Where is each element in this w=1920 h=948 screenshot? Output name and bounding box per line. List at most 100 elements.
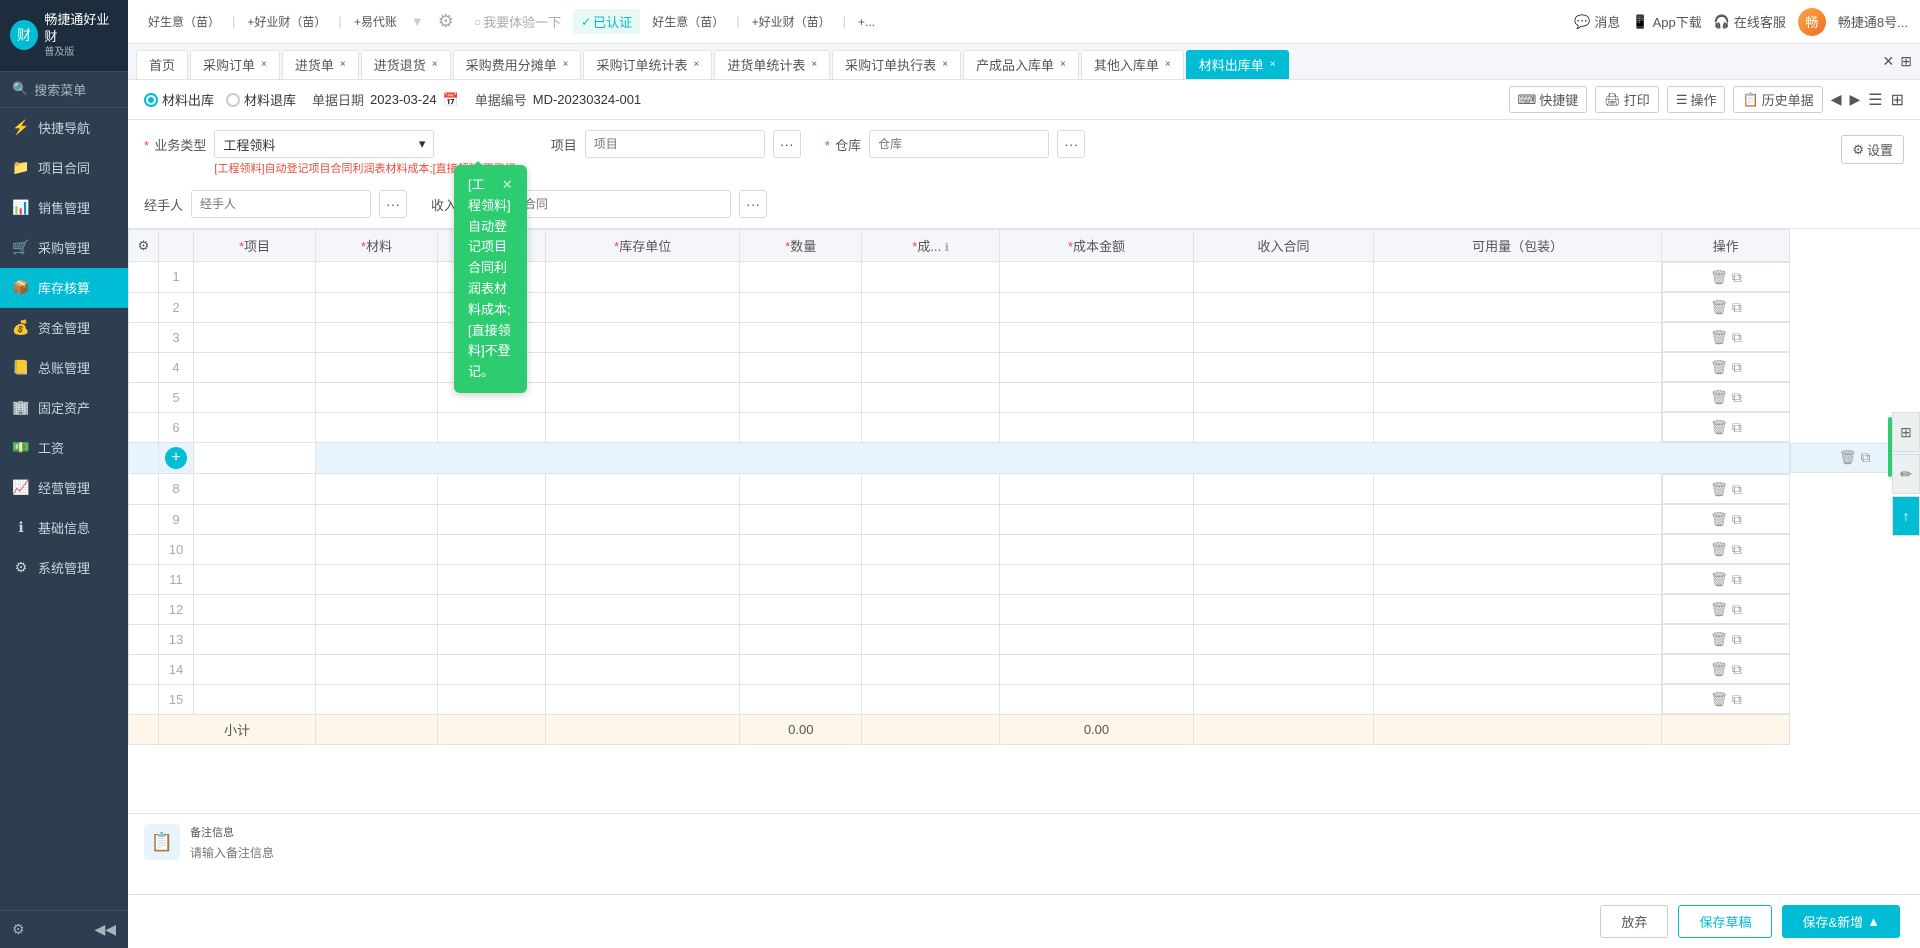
tab-goods-receipt[interactable]: 进货单 × <box>282 50 359 80</box>
tab-close-other-receipt[interactable]: × <box>1165 59 1171 70</box>
delete-row-9-btn[interactable]: 🗑 <box>1710 511 1728 528</box>
save-new-btn[interactable]: 保存&新增 ▲ <box>1782 905 1900 938</box>
delete-row-5-btn[interactable]: 🗑 <box>1710 389 1728 406</box>
tab-close-purchase-exec[interactable]: × <box>942 59 948 70</box>
print-btn[interactable]: 🖨 打印 <box>1595 86 1659 113</box>
project-input[interactable] <box>585 130 765 158</box>
nav-good-business[interactable]: 好生意（苗） <box>140 9 228 34</box>
tab-close-purchase-stat[interactable]: × <box>693 59 699 70</box>
grid-view-icon[interactable]: ⊞ <box>1891 90 1904 110</box>
delete-row-14-btn[interactable]: 🗑 <box>1710 661 1728 678</box>
close-all-icon[interactable]: ✕ <box>1883 53 1895 70</box>
copy-row-10-btn[interactable]: ⧉ <box>1732 541 1742 558</box>
copy-row-13-btn[interactable]: ⧉ <box>1732 631 1742 648</box>
copy-row-15-btn[interactable]: ⧉ <box>1732 691 1742 708</box>
nav-next-btn[interactable]: ▶ <box>1849 91 1860 108</box>
right-icon-1[interactable]: ⊞ <box>1892 412 1920 452</box>
app-download-btn[interactable]: 📱 App下载 <box>1632 12 1701 31</box>
sidebar-item-sales[interactable]: 📊 销售管理 <box>0 188 128 228</box>
project-ellipsis-btn[interactable]: ··· <box>773 130 801 158</box>
right-icon-2[interactable]: ✏ <box>1892 454 1920 494</box>
tab-goods-stat[interactable]: 进货单统计表 × <box>714 50 830 80</box>
tab-close-goods-return[interactable]: × <box>432 59 438 70</box>
save-draft-btn[interactable]: 保存草稿 <box>1678 905 1772 938</box>
cell-item-2[interactable] <box>316 292 438 322</box>
delete-row-13-btn[interactable]: 🗑 <box>1710 631 1728 648</box>
remark-input[interactable] <box>190 844 1904 884</box>
business-type-select[interactable]: 工程领料 ▾ <box>214 130 434 158</box>
cell-qty-2[interactable] <box>740 292 862 322</box>
copy-row-4-btn[interactable]: ⧉ <box>1732 359 1742 376</box>
tab-material-issue[interactable]: 材料出库单 × <box>1186 50 1289 80</box>
cell-cost-2[interactable] <box>862 292 1000 322</box>
delete-row-12-btn[interactable]: 🗑 <box>1710 601 1728 618</box>
tab-close-material-issue[interactable]: × <box>1270 59 1276 70</box>
tab-purchase-stat[interactable]: 采购订单统计表 × <box>583 50 712 80</box>
cell-qty-1[interactable] <box>740 262 862 293</box>
experience-btn[interactable]: ○ 我要体验一下 <box>466 8 569 35</box>
delete-row-2-btn[interactable]: 🗑 <box>1710 299 1728 316</box>
shortcut-btn[interactable]: ⌨ 快捷键 <box>1509 86 1588 113</box>
copy-row-12-btn[interactable]: ⧉ <box>1732 601 1742 618</box>
delete-row-1-btn[interactable]: 🗑 <box>1710 269 1728 286</box>
nav-good-finance-2[interactable]: +好业财（苗） <box>744 9 839 34</box>
cell-unit-1[interactable] <box>546 262 740 293</box>
settings-bottom-icon[interactable]: ⚙ <box>12 921 25 938</box>
delete-row-10-btn[interactable]: 🗑 <box>1710 541 1728 558</box>
tab-close-purchase-order[interactable]: × <box>261 59 267 70</box>
user-avatar[interactable]: 畅 <box>1798 8 1826 36</box>
sidebar-item-fixed-assets[interactable]: 🏢 固定资产 <box>0 388 128 428</box>
copy-row-8-btn[interactable]: ⧉ <box>1732 481 1742 498</box>
cell-available-2[interactable] <box>1374 292 1662 322</box>
copy-row-1-btn[interactable]: ⧉ <box>1732 269 1742 286</box>
sidebar-item-system[interactable]: ⚙ 系统管理 <box>0 548 128 588</box>
tab-finished-goods[interactable]: 产成品入库单 × <box>963 50 1079 80</box>
agent-input[interactable] <box>191 190 371 218</box>
operations-btn[interactable]: ☰ 操作 <box>1667 86 1726 113</box>
tab-home[interactable]: 首页 <box>136 50 188 80</box>
add-row-btn[interactable]: + <box>165 447 187 469</box>
radio-material-return[interactable]: 材料退库 <box>226 90 296 109</box>
nav-more[interactable]: +... <box>850 11 883 33</box>
delete-row-4-btn[interactable]: 🗑 <box>1710 359 1728 376</box>
collapse-icon[interactable]: ◀◀ <box>94 921 116 938</box>
delete-row-8-btn[interactable]: 🗑 <box>1710 481 1728 498</box>
copy-row-9-btn[interactable]: ⧉ <box>1732 511 1742 528</box>
cell-unit-2[interactable] <box>546 292 740 322</box>
sidebar-item-quick-nav[interactable]: ⚡ 快捷导航 <box>0 108 128 148</box>
discard-btn[interactable]: 放弃 <box>1600 905 1668 938</box>
settings-form-btn[interactable]: ⚙ 设置 <box>1841 135 1904 164</box>
col-header-gear[interactable]: ⚙ <box>129 230 159 262</box>
tab-other-receipt[interactable]: 其他入库单 × <box>1081 50 1184 80</box>
delete-row-15-btn[interactable]: 🗑 <box>1710 691 1728 708</box>
cell-cost-amount-1[interactable] <box>999 262 1193 293</box>
sidebar-item-project[interactable]: 📁 项目合同 <box>0 148 128 188</box>
cell-cost-1[interactable] <box>862 262 1000 293</box>
warehouse-ellipsis-btn[interactable]: ··· <box>1057 130 1085 158</box>
warehouse-input[interactable] <box>869 130 1049 158</box>
delete-row-11-btn[interactable]: 🗑 <box>1710 571 1728 588</box>
right-icon-3[interactable]: ↑ <box>1892 496 1920 536</box>
cell-income-contract-2[interactable] <box>1194 292 1374 322</box>
cell-project-2[interactable] <box>194 292 316 322</box>
tab-goods-return[interactable]: 进货退货 × <box>361 50 451 80</box>
cell-income-contract-1[interactable] <box>1194 262 1374 293</box>
tab-close-finished-goods[interactable]: × <box>1060 59 1066 70</box>
copy-row-5-btn[interactable]: ⧉ <box>1732 389 1742 406</box>
cell-available-1[interactable] <box>1374 262 1662 293</box>
nav-good-finance[interactable]: +好业财（苗） <box>239 9 334 34</box>
radio-material-issue[interactable]: 材料出库 <box>144 90 214 109</box>
sidebar-item-ledger[interactable]: 📒 总账管理 <box>0 348 128 388</box>
sidebar-item-salary[interactable]: 💵 工资 <box>0 428 128 468</box>
tab-purchase-order[interactable]: 采购订单 × <box>190 50 280 80</box>
sidebar-item-operations[interactable]: 📈 经营管理 <box>0 468 128 508</box>
tab-close-goods-receipt[interactable]: × <box>340 59 346 70</box>
tab-purchase-fee[interactable]: 采购费用分摊单 × <box>453 50 582 80</box>
calendar-icon[interactable]: 📅 <box>443 92 459 108</box>
sidebar-item-basic-info[interactable]: ℹ 基础信息 <box>0 508 128 548</box>
income-contract-ellipsis-btn[interactable]: ··· <box>739 190 767 218</box>
delete-row-6-btn[interactable]: 🗑 <box>1710 419 1728 436</box>
copy-row-2-btn[interactable]: ⧉ <box>1732 299 1742 316</box>
tab-purchase-exec[interactable]: 采购订单执行表 × <box>832 50 961 80</box>
cell-cost-amount-2[interactable] <box>999 292 1193 322</box>
